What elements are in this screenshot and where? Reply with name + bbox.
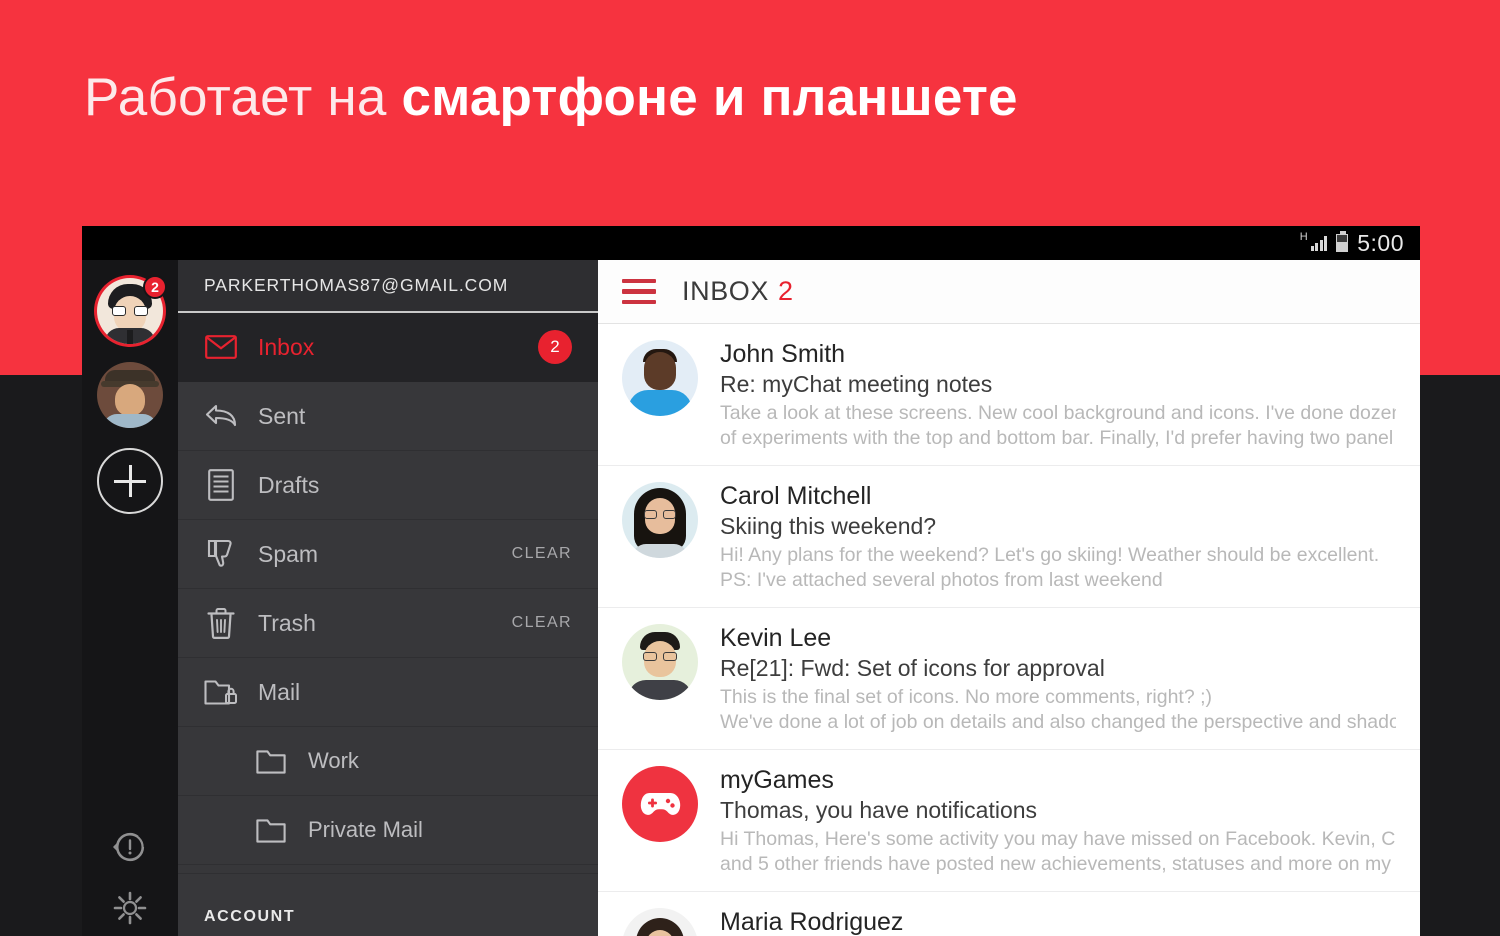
mail-sender: John Smith — [720, 340, 846, 368]
folder-label: Private Mail — [308, 817, 423, 842]
gamepad-icon — [640, 792, 681, 815]
mail-list-item[interactable]: myGames Thomas, you have notifications H… — [598, 750, 1420, 892]
mail-preview-line: This is the final set of icons. No more … — [720, 685, 1213, 708]
network-type-label: H — [1299, 231, 1308, 243]
folder-clear-action[interactable]: CLEAR — [512, 545, 572, 563]
thumbs-down-icon — [204, 537, 238, 571]
plus-circle-icon[interactable] — [97, 448, 163, 514]
mail-preview-line: Hi! Any plans for the weekend? Let's go … — [720, 543, 1380, 566]
folder-icon — [254, 813, 288, 847]
mail-item-text: Carol Mitchell Skiing this weekend? Hi! … — [720, 482, 1396, 593]
mail-list-item[interactable]: John Smith Re: myChat meeting notes Take… — [598, 324, 1420, 466]
folder-lock-icon — [204, 675, 238, 709]
mail-preview-line: of experiments with the top and bottom b… — [720, 426, 1396, 449]
folder-label: Drafts — [258, 471, 320, 498]
folder-label: Sent — [258, 402, 306, 429]
status-clock: 5:00 — [1357, 229, 1404, 256]
folder-label: Trash — [258, 609, 316, 636]
folder-item-work[interactable]: Work — [178, 727, 598, 796]
reply-arrow-icon — [204, 399, 238, 433]
mail-sender: Kevin Lee — [720, 623, 832, 652]
mail-list-item[interactable]: Maria Rodriguez Re[20]: Set of icons for… — [598, 892, 1420, 936]
account-avatar-1[interactable]: 2 — [97, 275, 167, 344]
mail-preview-line: Take a look at these screens. New cool b… — [720, 402, 1396, 424]
alert-circle-icon[interactable] — [113, 830, 147, 869]
envelope-icon — [204, 330, 238, 364]
folder-item-private-mail[interactable]: Private Mail — [178, 796, 598, 865]
folder-item-inbox[interactable]: Inbox 2 — [178, 313, 598, 382]
mail-item-text: Kevin Lee Re[21]: Fwd: Set of icons for … — [720, 624, 1396, 735]
mail-sender: Maria Rodriguez — [720, 907, 904, 936]
hamburger-icon[interactable] — [622, 278, 656, 305]
app-body: 2 PARKERTHOMAS87@GMAIL.COM Inbox 2 Sent … — [82, 260, 1420, 936]
mail-item-text: John Smith Re: myChat meeting notes Take… — [720, 340, 1396, 451]
mail-list-item[interactable]: Carol Mitchell Skiing this weekend? Hi! … — [598, 466, 1420, 608]
avatar — [622, 623, 698, 700]
battery-icon — [1336, 231, 1349, 252]
promo-headline-light: Работает на — [84, 68, 402, 127]
mail-subject: Skiing this weekend? — [720, 512, 937, 539]
mail-list-header: INBOX 2 — [598, 260, 1420, 324]
document-icon — [204, 468, 238, 502]
mail-subject: Re[21]: Fwd: Set of icons for approval — [720, 654, 1105, 681]
screenshot-root: Работает на смартфоне и планшете H 5:00 — [0, 0, 1500, 936]
trash-icon — [204, 606, 238, 640]
android-status-bar: H 5:00 — [82, 226, 1420, 260]
folder-item-spam[interactable]: Spam CLEAR — [178, 520, 598, 589]
rail-bottom-actions — [82, 830, 178, 936]
folder-item-mail[interactable]: Mail — [178, 658, 598, 727]
promo-headline: Работает на смартфоне и планшете — [84, 68, 1384, 129]
folder-item-sent[interactable]: Sent — [178, 382, 598, 451]
folder-icon — [254, 744, 288, 778]
mail-list-pane: INBOX 2 John Smith Re: myChat meeting no… — [598, 260, 1420, 936]
folders-drawer: PARKERTHOMAS87@GMAIL.COM Inbox 2 Sent Dr… — [178, 260, 598, 936]
account-avatar-2[interactable] — [97, 362, 163, 428]
avatar — [97, 362, 163, 428]
avatar — [622, 481, 698, 558]
mail-preview-line: We've done a lot of job on details and a… — [720, 710, 1396, 733]
accounts-rail: 2 — [82, 260, 178, 936]
inbox-unread-count: 2 — [778, 276, 794, 306]
avatar-gamepad — [622, 765, 698, 842]
folder-label: Spam — [258, 540, 319, 567]
page-title: INBOX — [682, 276, 770, 306]
account-unread-badge: 2 — [143, 275, 167, 299]
folder-label: Mail — [258, 678, 301, 705]
mail-item-text: myGames Thomas, you have notifications H… — [720, 766, 1396, 877]
avatar — [622, 907, 698, 936]
folder-clear-action[interactable]: CLEAR — [512, 614, 572, 632]
folder-label: Inbox — [258, 333, 315, 360]
mail-subject: Thomas, you have notifications — [720, 796, 1038, 823]
avatar — [622, 340, 698, 416]
promo-headline-bold: смартфоне и планшете — [401, 68, 1018, 127]
mail-subject: Re: myChat meeting notes — [720, 371, 993, 397]
mail-list-item[interactable]: Kevin Lee Re[21]: Fwd: Set of icons for … — [598, 608, 1420, 750]
tablet-device: H 5:00 2 PARKERTHOMAS87@GMAIL.COM Inbox … — [82, 226, 1420, 936]
folder-item-trash[interactable]: Trash CLEAR — [178, 589, 598, 658]
mail-sender: myGames — [720, 765, 834, 794]
mail-preview-line: Hi Thomas, Here's some activity you may … — [720, 827, 1396, 850]
mail-sender: Carol Mitchell — [720, 481, 872, 510]
mail-preview-line: and 5 other friends have posted new achi… — [720, 852, 1396, 875]
account-email-header[interactable]: PARKERTHOMAS87@GMAIL.COM — [178, 260, 598, 313]
mail-item-text: Maria Rodriguez Re[20]: Set of icons for… — [720, 908, 1396, 936]
accounts-list: 2 — [82, 275, 178, 514]
mail-preview-line: PS: I've attached several photos from la… — [720, 568, 1163, 591]
signal-bars-icon — [1310, 235, 1328, 251]
folder-item-drafts[interactable]: Drafts — [178, 451, 598, 520]
folder-unread-badge: 2 — [538, 330, 572, 364]
gear-icon[interactable] — [113, 891, 147, 930]
drawer-section-account: ACCOUNT — [178, 873, 598, 936]
folder-label: Work — [308, 748, 359, 773]
